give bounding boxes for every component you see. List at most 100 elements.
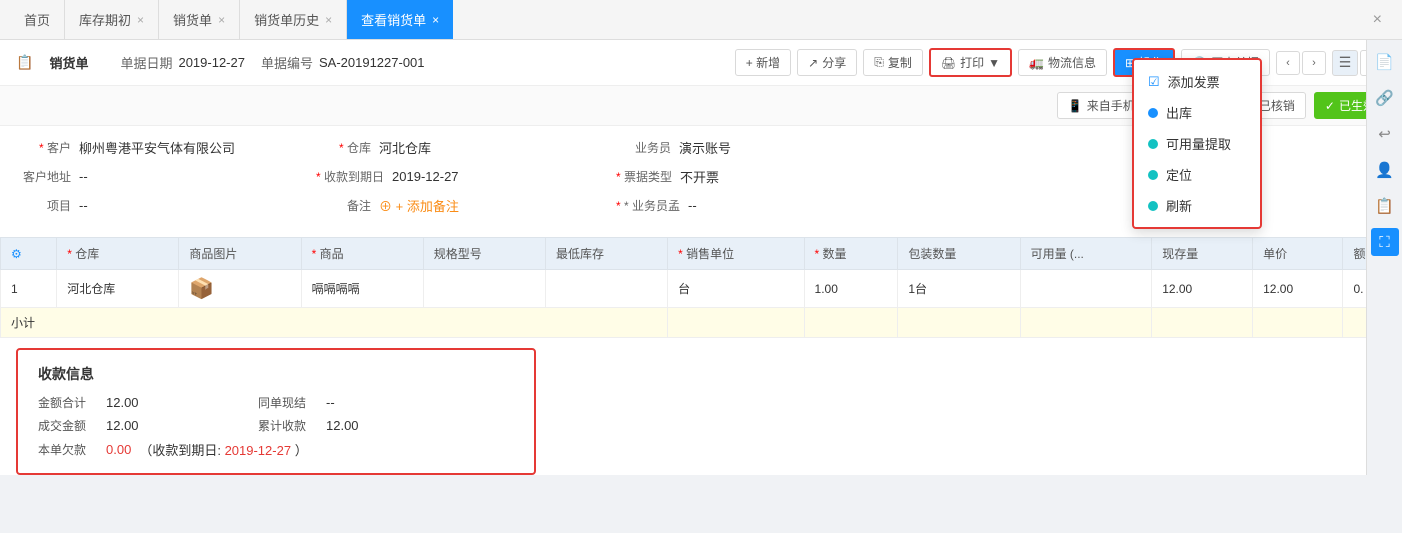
- col-current-stock: 现存量: [1152, 238, 1253, 270]
- doc-date-value: 2019-12-27: [178, 55, 245, 70]
- tab-inventory-label: 库存期初: [79, 10, 131, 29]
- ticket-type-value[interactable]: 不开票: [680, 167, 719, 186]
- row-available: [1020, 270, 1152, 308]
- payment-info-box: 收款信息 金额合计 12.00 同单现结 -- 成交金额 12.00 累计收款 …: [16, 348, 536, 475]
- effective-icon: ✓: [1325, 99, 1335, 113]
- address-field: 客户地址 --: [16, 168, 296, 185]
- copy-button[interactable]: ⎘ 复制: [863, 49, 923, 76]
- balance-label: 本单欠款: [38, 441, 98, 458]
- total-amount-label: 金额合计: [38, 394, 98, 411]
- col-sales-unit: * 销售单位: [668, 238, 804, 270]
- locate-item[interactable]: 定位: [1134, 159, 1260, 190]
- salesperson2-field: * 业务员孟 --: [616, 197, 896, 214]
- sidebar-icon-user[interactable]: 👤: [1371, 156, 1399, 184]
- balance-note: （收款到期日: 2019-12-27 ）: [139, 440, 307, 459]
- copy-icon: ⎘: [874, 55, 884, 70]
- transaction-amount-row: 成交金额 12.00: [38, 417, 238, 434]
- col-min-stock: 最低库存: [545, 238, 667, 270]
- salesperson-field: 业务员 演示账号: [616, 138, 816, 157]
- tab-sales-history-close[interactable]: ×: [325, 13, 332, 27]
- cumulative-receipt-row: 累计收款 12.00: [258, 417, 458, 434]
- col-spec: 规格型号: [423, 238, 545, 270]
- tab-sales-order[interactable]: 销货单 ×: [159, 0, 240, 39]
- sidebar-icon-clipboard[interactable]: 📋: [1371, 192, 1399, 220]
- warehouse-field: 仓库 河北仓库: [316, 138, 596, 157]
- tab-sales-order-close[interactable]: ×: [218, 13, 225, 27]
- col-product: * 商品: [301, 238, 423, 270]
- subtotal-pack: [898, 308, 1020, 338]
- transaction-amount-label: 成交金额: [38, 417, 98, 434]
- row-spec: [423, 270, 545, 308]
- row-min-stock: [545, 270, 667, 308]
- operation-dropdown: ☑ 添加发票 出库 可用量提取 定位 刷新: [1132, 58, 1262, 229]
- sidebar-icon-doc[interactable]: 📄: [1371, 48, 1399, 76]
- col-available: 可用量 (...: [1020, 238, 1152, 270]
- sidebar-icon-link[interactable]: 🔗: [1371, 84, 1399, 112]
- tab-home-label: 首页: [24, 10, 50, 29]
- row-unit-price: 12.00: [1253, 270, 1343, 308]
- row-product: 嗝嗝嗝嗝: [301, 270, 423, 308]
- subtotal-stock: [1152, 308, 1253, 338]
- tab-view-sales[interactable]: 查看销货单 ×: [347, 0, 453, 39]
- customer-value[interactable]: 柳州粤港平安气体有限公司: [79, 138, 235, 157]
- doc-date-item: 单据日期 2019-12-27: [120, 53, 245, 72]
- row-current-stock: 12.00: [1152, 270, 1253, 308]
- doc-type-label: 销货单: [49, 53, 88, 72]
- outbound-item[interactable]: 出库: [1134, 97, 1260, 128]
- cumulative-receipt-value: 12.00: [326, 418, 359, 433]
- payment-date-value[interactable]: 2019-12-27: [392, 169, 459, 184]
- doc-number-label: 单据编号: [261, 53, 313, 72]
- project-label: 项目: [16, 197, 71, 214]
- list-view-btn[interactable]: ☰: [1332, 50, 1358, 76]
- tab-sales-history[interactable]: 销货单历史 ×: [240, 0, 347, 39]
- add-icon: ⊕: [379, 199, 396, 214]
- new-button[interactable]: + 新增: [735, 49, 791, 76]
- row-pack-qty: 1台: [898, 270, 1020, 308]
- table-row: 1 河北仓库 📦 嗝嗝嗝嗝 台 1.00 1台 12.00 12.00: [1, 270, 1402, 308]
- add-invoice-item[interactable]: ☑ 添加发票: [1134, 66, 1260, 97]
- customer-label: 客户: [16, 139, 71, 156]
- col-settings[interactable]: ⚙: [1, 238, 57, 270]
- tab-home[interactable]: 首页: [10, 0, 65, 39]
- sidebar-icon-undo[interactable]: ↩: [1371, 120, 1399, 148]
- col-pack-qty: 包装数量: [898, 238, 1020, 270]
- warehouse-value[interactable]: 河北仓库: [379, 138, 431, 157]
- refresh-dot: [1148, 201, 1158, 211]
- refresh-item[interactable]: 刷新: [1134, 190, 1260, 221]
- nav-arrows: ‹ ›: [1276, 51, 1326, 75]
- share-button[interactable]: ↗ 分享: [797, 49, 857, 76]
- settings-icon: ⚙: [11, 247, 22, 261]
- salesperson-label: 业务员: [616, 139, 671, 156]
- total-amount-value: 12.00: [106, 395, 139, 410]
- doc-meta: 单据日期 2019-12-27 单据编号 SA-20191227-001: [120, 53, 424, 72]
- next-arrow[interactable]: ›: [1302, 51, 1326, 75]
- share-icon: ↗: [808, 56, 818, 70]
- warehouse-label: 仓库: [316, 139, 371, 156]
- doc-date-label: 单据日期: [120, 53, 172, 72]
- row-sales-unit: 台: [668, 270, 804, 308]
- salesperson2-value: --: [688, 198, 697, 213]
- subtotal-available: [1020, 308, 1152, 338]
- prev-arrow[interactable]: ‹: [1276, 51, 1300, 75]
- payment-date-label: 收款到期日: [316, 168, 384, 185]
- doc-number-value: SA-20191227-001: [319, 55, 425, 70]
- address-label: 客户地址: [16, 168, 71, 185]
- available-qty-dot: [1148, 139, 1158, 149]
- tab-inventory-init[interactable]: 库存期初 ×: [65, 0, 159, 39]
- col-unit-price: 单价: [1253, 238, 1343, 270]
- print-dropdown-icon: ▼: [988, 56, 1000, 70]
- balance-value: 0.00: [106, 442, 131, 457]
- available-qty-item[interactable]: 可用量提取: [1134, 128, 1260, 159]
- logistics-button[interactable]: 🚛 物流信息: [1018, 49, 1107, 76]
- tab-bar: 首页 库存期初 × 销货单 × 销货单历史 × 查看销货单 × ×: [0, 0, 1402, 40]
- transaction-amount-value: 12.00: [106, 418, 139, 433]
- tab-inventory-close[interactable]: ×: [137, 13, 144, 27]
- add-remark-btn[interactable]: ⊕ + 添加备注: [379, 196, 459, 215]
- remark-label: 备注: [316, 197, 371, 214]
- global-close-icon[interactable]: ×: [1363, 11, 1392, 29]
- sidebar-icon-expand[interactable]: ⛶: [1371, 228, 1399, 256]
- print-button[interactable]: 🖨 打印 ▼: [929, 48, 1012, 77]
- tab-view-sales-close[interactable]: ×: [432, 13, 439, 27]
- doc-title-area: 📋 销货单 单据日期 2019-12-27 单据编号 SA-20191227-0…: [16, 53, 425, 72]
- payment-grid: 金额合计 12.00 同单现结 -- 成交金额 12.00 累计收款 12.00…: [38, 394, 514, 459]
